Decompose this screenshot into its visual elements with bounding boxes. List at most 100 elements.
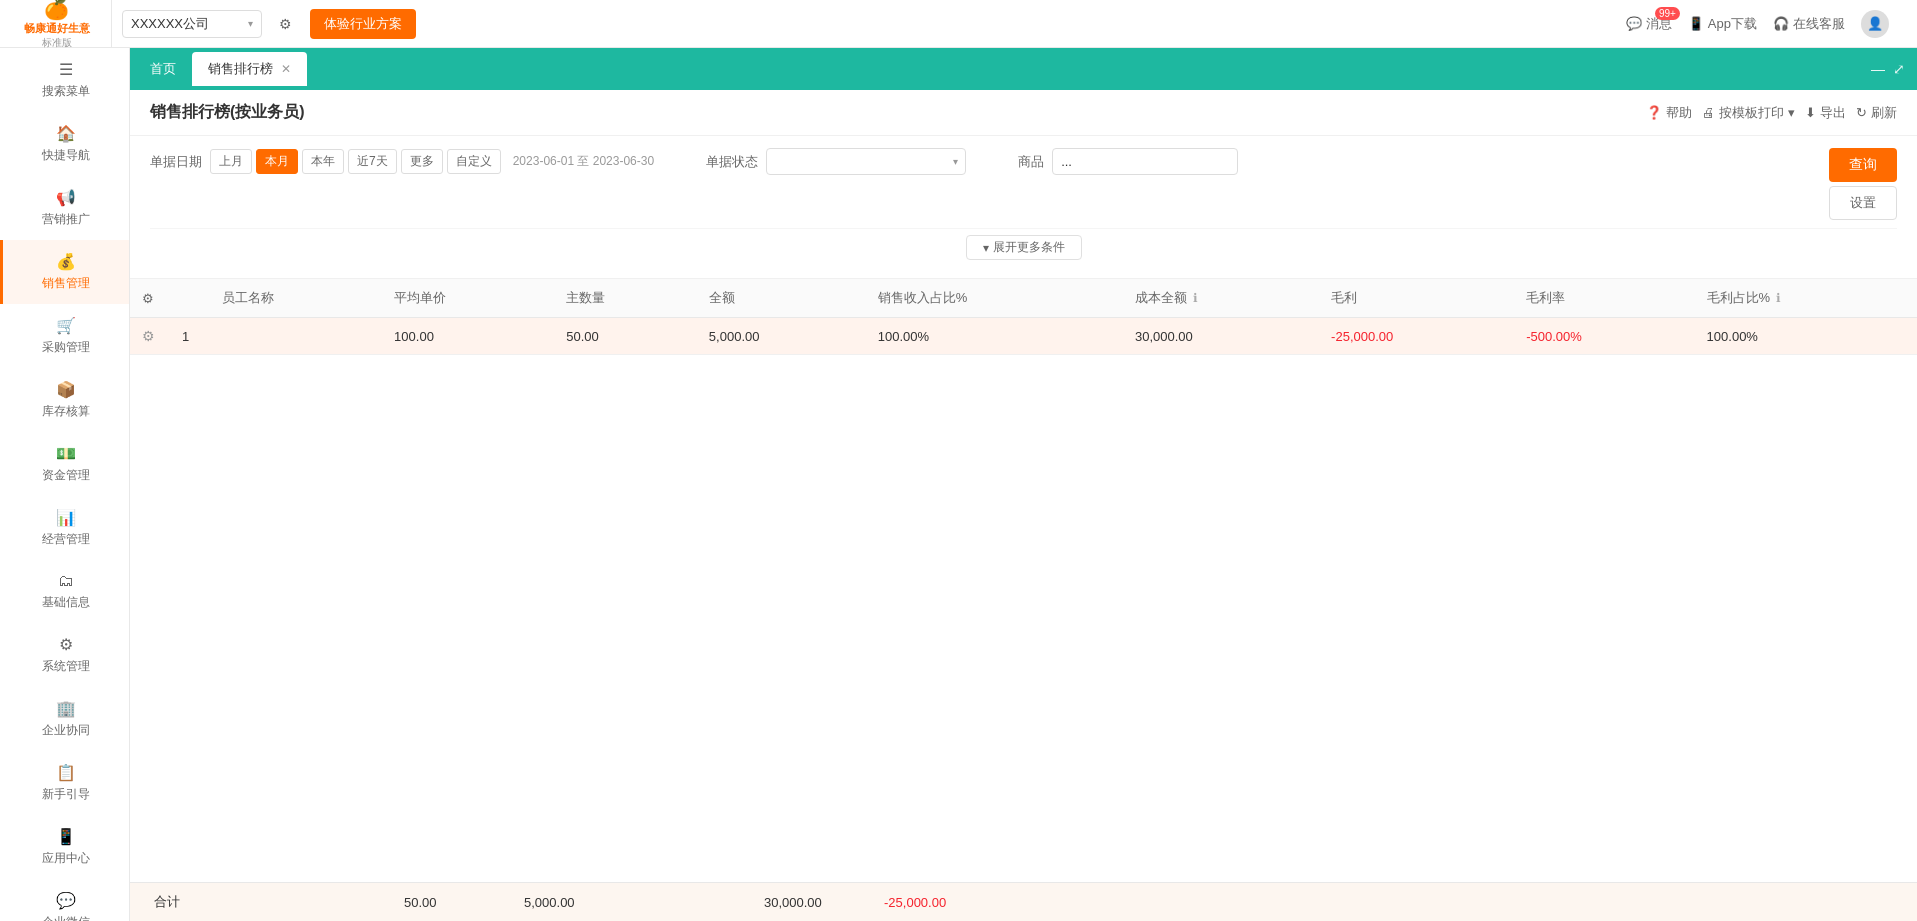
app-download-button[interactable]: 📱 App下载 <box>1688 15 1757 33</box>
refresh-button[interactable]: ↻ 刷新 <box>1856 104 1897 122</box>
sidebar-label-inventory: 库存核算 <box>42 403 90 420</box>
building-icon: 🏢 <box>56 699 76 718</box>
col-cost: 成本全额 ℹ <box>1123 279 1319 318</box>
avatar[interactable]: 👤 <box>1861 10 1889 38</box>
money-icon: 💵 <box>56 444 76 463</box>
guide-icon: 📋 <box>56 763 76 782</box>
sidebar-item-system[interactable]: ⚙ 系统管理 <box>0 623 129 687</box>
col-gross-pct: 毛利占比% ℹ <box>1695 279 1917 318</box>
cost-info-icon[interactable]: ℹ <box>1193 291 1198 305</box>
refresh-icon: ↻ <box>1856 105 1867 120</box>
page-header: 销售排行榜(按业务员) ❓ 帮助 🖨 按模板打印 ▾ ⬇ <box>130 90 1917 136</box>
date-filter-label: 单据日期 <box>150 153 202 171</box>
goods-input[interactable] <box>1052 148 1238 175</box>
export-icon: ⬇ <box>1805 105 1816 120</box>
sidebar-label-guide: 新手引导 <box>42 786 90 803</box>
footer-quantity: 50.00 <box>392 895 512 910</box>
date-btn-7days[interactable]: 近7天 <box>348 149 397 174</box>
col-rank <box>170 279 210 318</box>
tab-sales-ranking[interactable]: 销售排行榜 ✕ <box>192 52 307 86</box>
sidebar-item-operations[interactable]: 📊 经营管理 <box>0 496 129 560</box>
expand-icon: ▾ <box>983 241 989 255</box>
date-btn-current-month[interactable]: 本月 <box>256 149 298 174</box>
sidebar-item-enterprise[interactable]: 🏢 企业协同 <box>0 687 129 751</box>
cell-name <box>210 318 382 355</box>
tab-label-sales-ranking: 销售排行榜 <box>208 60 273 78</box>
sidebar-item-apps[interactable]: 📱 应用中心 <box>0 815 129 879</box>
tab-home[interactable]: 首页 <box>134 52 192 86</box>
sidebar-label-system: 系统管理 <box>42 658 90 675</box>
megaphone-icon: 📢 <box>56 188 76 207</box>
export-button[interactable]: ⬇ 导出 <box>1805 104 1846 122</box>
col-amount: 全额 <box>697 279 866 318</box>
footer-amount: 5,000.00 <box>512 895 632 910</box>
date-btn-custom[interactable]: 自定义 <box>447 149 501 174</box>
column-settings-button[interactable]: 设置 <box>1829 186 1897 220</box>
table-area: ⚙ 员工名称 平均单价 主数量 全额 销售收入占比% 成本全额 ℹ <box>130 279 1917 882</box>
sidebar-item-quicknav[interactable]: 🏠 快捷导航 <box>0 112 129 176</box>
help-button[interactable]: ❓ 帮助 <box>1646 104 1692 122</box>
cell-gross: -25,000.00 <box>1319 318 1514 355</box>
apps-icon: 📱 <box>56 827 76 846</box>
online-support-button[interactable]: 🎧 在线客服 <box>1773 15 1845 33</box>
expand-filter-button[interactable]: ▾ 展开更多条件 <box>966 235 1082 260</box>
status-select[interactable] <box>766 148 966 175</box>
cell-quantity: 50.00 <box>554 318 697 355</box>
cell-sales-pct: 100.00% <box>866 318 1123 355</box>
tab-maximize-button[interactable]: ⤢ <box>1893 61 1905 77</box>
download-icon: 📱 <box>1688 16 1704 31</box>
tab-minimize-button[interactable]: — <box>1871 61 1885 77</box>
sidebar-item-basic[interactable]: 🗂 基础信息 <box>0 560 129 623</box>
footer-gross: -25,000.00 <box>872 895 992 910</box>
message-button[interactable]: 💬 消息 99+ <box>1626 15 1672 33</box>
date-btn-prev-month[interactable]: 上月 <box>210 149 252 174</box>
cell-amount: 5,000.00 <box>697 318 866 355</box>
col-settings[interactable]: ⚙ <box>130 279 170 318</box>
col-name: 员工名称 <box>210 279 382 318</box>
chevron-down-icon: ▾ <box>248 18 253 29</box>
user-icon: 👤 <box>1867 16 1883 31</box>
sidebar-item-guide[interactable]: 📋 新手引导 <box>0 751 129 815</box>
message-badge: 99+ <box>1655 7 1680 20</box>
date-btn-more[interactable]: 更多 <box>401 149 443 174</box>
sidebar-label-apps: 应用中心 <box>42 850 90 867</box>
sidebar-item-finance[interactable]: 💵 资金管理 <box>0 432 129 496</box>
sidebar-item-search[interactable]: ☰ 搜索菜单 <box>0 48 129 112</box>
sidebar-item-purchase[interactable]: 🛒 采购管理 <box>0 304 129 368</box>
table-row: ⚙ 1 100.00 50.00 5,000.00 100.00% 30,000… <box>130 318 1917 355</box>
search-icon: ☰ <box>59 60 73 79</box>
date-btn-group: 上月 本月 本年 近7天 更多 自定义 <box>210 149 501 174</box>
company-selector[interactable]: XXXXXX公司 ▾ <box>122 10 262 38</box>
settings-icon[interactable]: ⚙ <box>270 9 300 39</box>
date-btn-current-year[interactable]: 本年 <box>302 149 344 174</box>
col-quantity: 主数量 <box>554 279 697 318</box>
logo-text: 畅康通好生意 <box>24 21 90 36</box>
status-filter-label: 单据状态 <box>706 153 758 171</box>
sidebar-label-wechat: 企业微信 <box>42 914 90 921</box>
gross-pct-info-icon[interactable]: ℹ <box>1776 291 1781 305</box>
cell-settings[interactable]: ⚙ <box>130 318 170 355</box>
print-button[interactable]: 🖨 按模板打印 ▾ <box>1702 104 1795 122</box>
sidebar-label-sales: 销售管理 <box>42 275 90 292</box>
trial-button[interactable]: 体验行业方案 <box>310 9 416 39</box>
sidebar-label-basic: 基础信息 <box>42 594 90 611</box>
sidebar-item-marketing[interactable]: 📢 营销推广 <box>0 176 129 240</box>
home-icon: 🏠 <box>56 124 76 143</box>
query-button[interactable]: 查询 <box>1829 148 1897 182</box>
sidebar-label-quicknav: 快捷导航 <box>42 147 90 164</box>
cell-cost: 30,000.00 <box>1123 318 1319 355</box>
sidebar-item-wechat[interactable]: 💬 企业微信 <box>0 879 129 921</box>
filter-area: 单据日期 上月 本月 本年 近7天 更多 自定义 <box>130 136 1917 279</box>
sidebar-label-operations: 经营管理 <box>42 531 90 548</box>
sidebar-item-sales[interactable]: 💰 销售管理 <box>0 240 129 304</box>
tab-close-icon[interactable]: ✕ <box>281 62 291 76</box>
sales-table: ⚙ 员工名称 平均单价 主数量 全额 销售收入占比% 成本全额 ℹ <box>130 279 1917 355</box>
sidebar-item-inventory[interactable]: 📦 库存核算 <box>0 368 129 432</box>
gear-icon: ⚙ <box>59 635 73 654</box>
sales-icon: 💰 <box>56 252 76 271</box>
chart-icon: 📊 <box>56 508 76 527</box>
folder-icon: 🗂 <box>58 572 74 590</box>
cart-icon: 🛒 <box>56 316 76 335</box>
headset-icon: 🎧 <box>1773 16 1789 31</box>
cell-gross-rate: -500.00% <box>1514 318 1694 355</box>
